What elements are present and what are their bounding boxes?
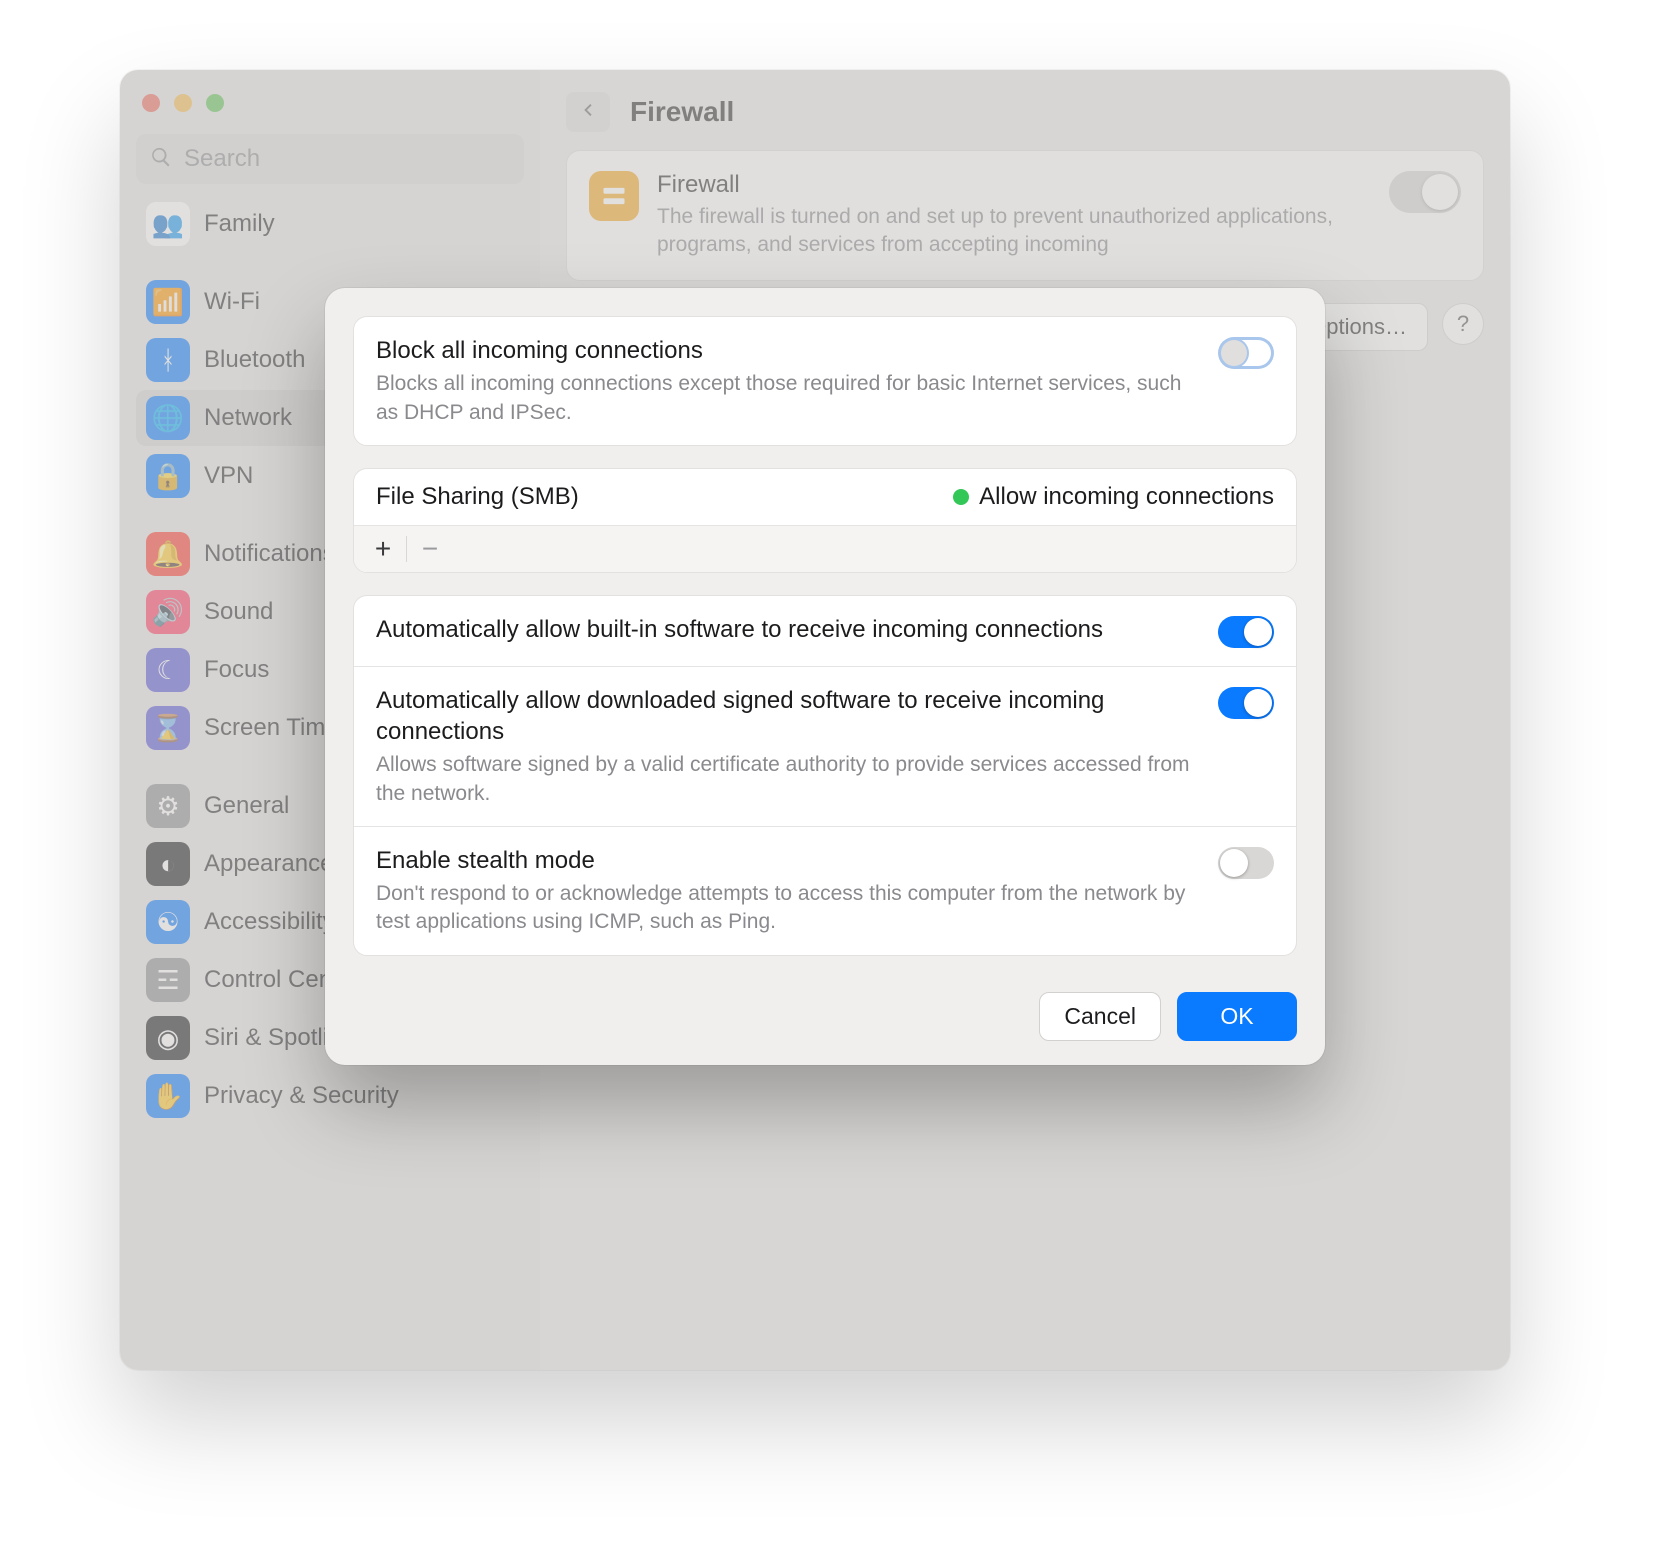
block-all-desc: Blocks all incoming connections except t… [376, 370, 1198, 427]
add-app-button[interactable]: + [364, 532, 402, 566]
status-allowed-icon [953, 489, 969, 505]
firewall-options-modal: Block all incoming connections Blocks al… [325, 288, 1325, 1065]
apps-toolbar: + − [354, 525, 1296, 572]
app-status-label: Allow incoming connections [979, 483, 1274, 511]
app-status[interactable]: Allow incoming connections [953, 483, 1274, 511]
block-all-title: Block all incoming connections [376, 335, 1198, 366]
stealth-title: Enable stealth mode [376, 845, 1198, 876]
stealth-desc: Don't respond to or acknowledge attempts… [376, 880, 1198, 937]
ok-button[interactable]: OK [1177, 992, 1297, 1041]
app-row[interactable]: File Sharing (SMB) Allow incoming connec… [354, 469, 1296, 525]
toolbar-separator [406, 536, 407, 562]
allow-signed-toggle[interactable] [1218, 687, 1274, 719]
apps-panel: File Sharing (SMB) Allow incoming connec… [353, 468, 1297, 573]
allow-builtin-title: Automatically allow built-in software to… [376, 614, 1198, 645]
stealth-toggle[interactable] [1218, 847, 1274, 879]
remove-app-button[interactable]: − [411, 532, 449, 566]
allow-signed-title: Automatically allow downloaded signed so… [376, 685, 1198, 747]
cancel-button[interactable]: Cancel [1039, 992, 1161, 1041]
block-all-toggle[interactable] [1218, 337, 1274, 369]
allow-signed-desc: Allows software signed by a valid certif… [376, 751, 1198, 808]
rules-panel: Automatically allow built-in software to… [353, 595, 1297, 956]
allow-builtin-toggle[interactable] [1218, 616, 1274, 648]
block-all-panel: Block all incoming connections Blocks al… [353, 316, 1297, 446]
app-name: File Sharing (SMB) [376, 483, 579, 511]
modal-footer: Cancel OK [353, 978, 1297, 1041]
